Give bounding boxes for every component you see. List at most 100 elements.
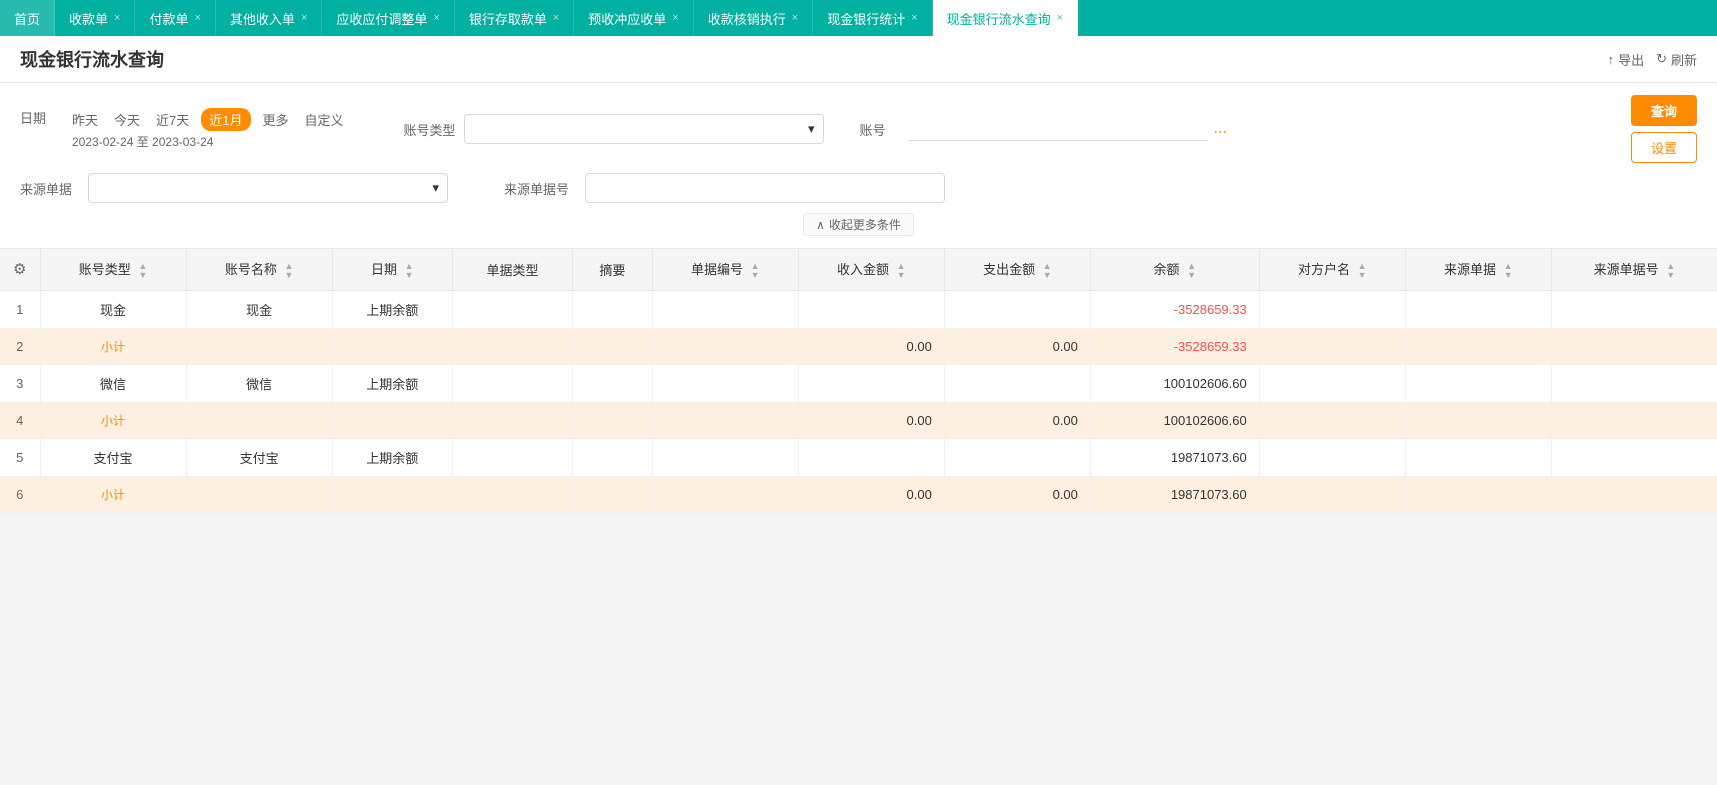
header-actions: ↑ 导出 ↻ 刷新 bbox=[1608, 50, 1697, 69]
col-date: 日期 ▲▼ bbox=[332, 249, 452, 290]
sort-icon[interactable]: ▲▼ bbox=[405, 262, 414, 280]
nav-other-income[interactable]: 其他收入单 × bbox=[216, 0, 322, 36]
cell-date: 上期余额 bbox=[332, 364, 452, 402]
sort-icon[interactable]: ▲▼ bbox=[1187, 262, 1196, 280]
nav-prepay[interactable]: 预收冲应收单 × bbox=[574, 0, 693, 36]
close-icon[interactable]: × bbox=[194, 12, 200, 24]
cell-doc-type bbox=[452, 290, 572, 328]
nav-verify[interactable]: 收款核销执行 × bbox=[694, 0, 813, 36]
sort-icon[interactable]: ▲▼ bbox=[284, 262, 293, 280]
account-no-dots[interactable]: ... bbox=[1214, 120, 1227, 138]
cell-counterparty bbox=[1259, 328, 1405, 364]
collapse-button[interactable]: ∧ 收起更多条件 bbox=[803, 213, 914, 236]
cell-balance: -3528659.33 bbox=[1090, 328, 1259, 364]
close-icon[interactable]: × bbox=[672, 12, 678, 24]
cell-doc-type bbox=[452, 328, 572, 364]
cell-expense: 0.00 bbox=[944, 402, 1090, 438]
cell-balance: 19871073.60 bbox=[1090, 438, 1259, 476]
collapse-row: ∧ 收起更多条件 bbox=[20, 213, 1697, 236]
refresh-button[interactable]: ↻ 刷新 bbox=[1656, 50, 1697, 69]
close-icon[interactable]: × bbox=[114, 12, 120, 24]
cell-source-doc-no bbox=[1551, 364, 1717, 402]
cell-date: 上期余额 bbox=[332, 290, 452, 328]
cell-source-doc-no bbox=[1551, 476, 1717, 512]
col-settings: ⚙ bbox=[0, 249, 40, 290]
cell-expense bbox=[944, 290, 1090, 328]
cell-num: 4 bbox=[0, 402, 40, 438]
nav-adjust[interactable]: 应收应付调整单 × bbox=[322, 0, 454, 36]
close-icon[interactable]: × bbox=[433, 12, 439, 24]
date-btn-today[interactable]: 今天 bbox=[110, 108, 144, 131]
cell-balance: 100102606.60 bbox=[1090, 364, 1259, 402]
nav-bank-flow[interactable]: 现金银行流水查询 × bbox=[933, 0, 1078, 36]
date-btn-yesterday[interactable]: 昨天 bbox=[68, 108, 102, 131]
cell-doc-no bbox=[652, 402, 798, 438]
cell-account-type: 微信 bbox=[40, 364, 186, 402]
sort-icon[interactable]: ▲▼ bbox=[1504, 262, 1513, 280]
nav-bank-deposit[interactable]: 银行存取款单 × bbox=[455, 0, 574, 36]
table-row[interactable]: 6 小计 0.00 0.00 19871073.60 bbox=[0, 476, 1717, 512]
sort-icon[interactable]: ▲▼ bbox=[138, 262, 147, 280]
cell-account-type: 支付宝 bbox=[40, 438, 186, 476]
cell-source-doc bbox=[1405, 402, 1551, 438]
date-btn-custom[interactable]: 自定义 bbox=[301, 108, 348, 131]
nav-bank-stat[interactable]: 现金银行统计 × bbox=[813, 0, 932, 36]
nav-receipt[interactable]: 收款单 × bbox=[55, 0, 135, 36]
table-row[interactable]: 2 小计 0.00 0.00 -3528659.33 bbox=[0, 328, 1717, 364]
top-nav: 首页 收款单 × 付款单 × 其他收入单 × 应收应付调整单 × 银行存取款单 … bbox=[0, 0, 1717, 36]
cell-num: 6 bbox=[0, 476, 40, 512]
sort-icon[interactable]: ▲▼ bbox=[1043, 262, 1052, 280]
cell-date bbox=[332, 328, 452, 364]
date-btn-1month[interactable]: 近1月 bbox=[201, 108, 250, 131]
sort-icon[interactable]: ▲▼ bbox=[1666, 262, 1675, 280]
account-type-select[interactable]: ▾ bbox=[464, 114, 824, 144]
sort-icon[interactable]: ▲▼ bbox=[1358, 262, 1367, 280]
date-label: 日期 bbox=[20, 108, 60, 127]
col-summary: 摘要 bbox=[573, 249, 653, 290]
date-btn-more[interactable]: 更多 bbox=[259, 108, 293, 131]
table-row[interactable]: 3 微信 微信 上期余额 100102606.60 bbox=[0, 364, 1717, 402]
cell-date: 上期余额 bbox=[332, 438, 452, 476]
table-row[interactable]: 5 支付宝 支付宝 上期余额 19871073.60 bbox=[0, 438, 1717, 476]
account-type-label: 账号类型 bbox=[404, 120, 456, 139]
nav-payment[interactable]: 付款单 × bbox=[135, 0, 215, 36]
source-doc-no-label: 来源单据号 bbox=[504, 179, 569, 198]
refresh-icon: ↻ bbox=[1656, 51, 1667, 67]
cell-date bbox=[332, 402, 452, 438]
table-container: ⚙ 账号类型 ▲▼ 账号名称 ▲▼ 日期 ▲▼ 单据类型 摘 bbox=[0, 249, 1717, 513]
table-row[interactable]: 1 现金 现金 上期余额 -3528659.33 bbox=[0, 290, 1717, 328]
source-doc-select[interactable]: ▾ bbox=[88, 173, 448, 203]
query-button[interactable]: 查询 bbox=[1631, 95, 1697, 126]
filter-row-1: 日期 昨天 今天 近7天 近1月 更多 自定义 2023-02-24 至 202… bbox=[20, 95, 1697, 163]
export-button[interactable]: ↑ 导出 bbox=[1608, 50, 1645, 69]
close-icon[interactable]: × bbox=[911, 12, 917, 24]
nav-home[interactable]: 首页 bbox=[0, 0, 55, 36]
sort-icon[interactable]: ▲▼ bbox=[897, 262, 906, 280]
col-doc-no: 单据编号 ▲▼ bbox=[652, 249, 798, 290]
sort-icon[interactable]: ▲▼ bbox=[751, 262, 760, 280]
gear-icon[interactable]: ⚙ bbox=[13, 261, 26, 278]
cell-counterparty bbox=[1259, 476, 1405, 512]
settings-button[interactable]: 设置 bbox=[1631, 132, 1697, 163]
cell-counterparty bbox=[1259, 402, 1405, 438]
col-expense: 支出金额 ▲▼ bbox=[944, 249, 1090, 290]
cell-doc-no bbox=[652, 438, 798, 476]
close-icon[interactable]: × bbox=[553, 12, 559, 24]
cell-income: 0.00 bbox=[798, 328, 944, 364]
account-no-input[interactable] bbox=[908, 117, 1208, 141]
close-icon[interactable]: × bbox=[1057, 12, 1063, 24]
cell-income: 0.00 bbox=[798, 402, 944, 438]
cell-summary bbox=[573, 328, 653, 364]
date-btn-7days[interactable]: 近7天 bbox=[152, 108, 193, 131]
close-icon[interactable]: × bbox=[301, 12, 307, 24]
cell-num: 5 bbox=[0, 438, 40, 476]
cell-source-doc bbox=[1405, 476, 1551, 512]
close-icon[interactable]: × bbox=[792, 12, 798, 24]
cell-num: 3 bbox=[0, 364, 40, 402]
cell-account-type: 现金 bbox=[40, 290, 186, 328]
table-row[interactable]: 4 小计 0.00 0.00 100102606.60 bbox=[0, 402, 1717, 438]
source-doc-no-input[interactable] bbox=[585, 173, 945, 203]
cell-account-name: 支付宝 bbox=[186, 438, 332, 476]
cell-income: 0.00 bbox=[798, 476, 944, 512]
cell-doc-type bbox=[452, 402, 572, 438]
